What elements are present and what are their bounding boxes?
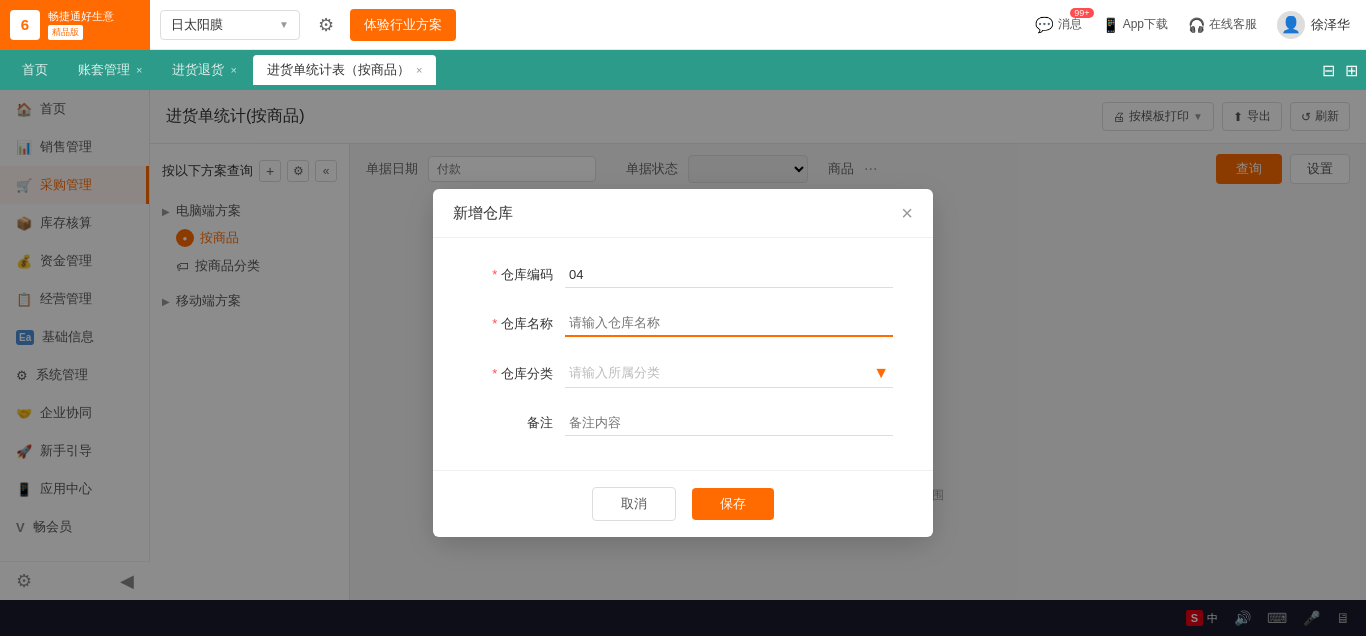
tab-account-close-icon[interactable]: ×: [136, 64, 142, 76]
online-service-label: 在线客服: [1209, 16, 1257, 33]
cancel-button[interactable]: 取消: [592, 487, 676, 521]
modal: 新增仓库 × * 仓库编码 * 仓库名称: [433, 189, 933, 537]
tab-home-label: 首页: [22, 61, 48, 79]
app-download-button[interactable]: 📱 App下载: [1102, 16, 1168, 33]
messages-button[interactable]: 💬 消息 99+: [1035, 16, 1082, 34]
message-icon: 💬: [1035, 16, 1054, 34]
modal-header: 新增仓库 ×: [433, 189, 933, 238]
logo-badge: 精品版: [48, 25, 83, 40]
remark-input[interactable]: [565, 410, 893, 436]
tab-purchase-stats[interactable]: 进货单统计表（按商品） ×: [253, 55, 436, 85]
logo-text: 畅捷通好生意 精品版: [48, 9, 114, 39]
category-placeholder: 请输入所属分类: [569, 364, 873, 382]
modal-title: 新增仓库: [453, 204, 513, 223]
settings-icon[interactable]: ⚙: [310, 9, 342, 41]
form-label-name: * 仓库名称: [473, 315, 553, 333]
save-button[interactable]: 保存: [692, 488, 774, 520]
modal-footer: 取消 保存: [433, 470, 933, 537]
tab-fullscreen-icon[interactable]: ⊞: [1345, 61, 1358, 80]
headset-icon: 🎧: [1188, 17, 1205, 33]
trial-button[interactable]: 体验行业方案: [350, 9, 456, 41]
logo-area: 6 畅捷通好生意 精品版: [0, 0, 150, 50]
store-name: 日太阳膜: [171, 16, 273, 34]
form-row-name: * 仓库名称: [473, 310, 893, 337]
tab-account[interactable]: 账套管理 ×: [64, 55, 156, 85]
modal-close-icon[interactable]: ×: [901, 203, 913, 223]
tab-purchase-return-close-icon[interactable]: ×: [230, 64, 236, 76]
code-input[interactable]: [565, 262, 893, 288]
tab-bar-right: ⊟ ⊞: [1322, 61, 1358, 80]
name-input[interactable]: [565, 310, 893, 337]
store-selector[interactable]: 日太阳膜 ▼: [160, 10, 300, 40]
user-name: 徐泽华: [1311, 16, 1350, 34]
tab-home[interactable]: 首页: [8, 55, 62, 85]
app-download-label: App下载: [1123, 16, 1168, 33]
form-row-code: * 仓库编码: [473, 262, 893, 288]
form-row-category: * 仓库分类 请输入所属分类 ▼: [473, 359, 893, 388]
tab-account-label: 账套管理: [78, 61, 130, 79]
form-row-remark: 备注: [473, 410, 893, 436]
main-layout: 🏠 首页 📊 销售管理 🛒 采购管理 📦 库存核算 💰 资金管理 📋 经营管理 …: [0, 90, 1366, 636]
modal-body: * 仓库编码 * 仓库名称 * 仓库: [433, 238, 933, 470]
messages-label: 消息: [1058, 16, 1082, 33]
tab-purchase-stats-label: 进货单统计表（按商品）: [267, 61, 410, 79]
tab-minimize-icon[interactable]: ⊟: [1322, 61, 1335, 80]
tab-purchase-return-label: 进货退货: [172, 61, 224, 79]
tab-purchase-stats-close-icon[interactable]: ×: [416, 64, 422, 76]
form-label-remark: 备注: [473, 414, 553, 432]
header-right: 💬 消息 99+ 📱 App下载 🎧 在线客服 👤 徐泽华: [1035, 11, 1366, 39]
online-service-button[interactable]: 🎧 在线客服: [1188, 16, 1257, 33]
dropdown-arrow-icon: ▼: [279, 19, 289, 30]
category-dropdown-icon: ▼: [873, 364, 889, 382]
category-selector[interactable]: 请输入所属分类 ▼: [565, 359, 893, 388]
avatar: 👤: [1277, 11, 1305, 39]
top-header: 6 畅捷通好生意 精品版 日太阳膜 ▼ ⚙ 体验行业方案 💬 消息 99+ 📱 …: [0, 0, 1366, 50]
user-profile[interactable]: 👤 徐泽华: [1277, 11, 1350, 39]
messages-badge: 99+: [1070, 8, 1093, 18]
logo-icon: 6: [10, 10, 40, 40]
tab-bar: 首页 账套管理 × 进货退货 × 进货单统计表（按商品） × ⊟ ⊞: [0, 50, 1366, 90]
phone-icon: 📱: [1102, 17, 1119, 33]
form-label-category: * 仓库分类: [473, 365, 553, 383]
modal-overlay: 新增仓库 × * 仓库编码 * 仓库名称: [0, 90, 1366, 636]
tab-purchase-return[interactable]: 进货退货 ×: [158, 55, 250, 85]
form-label-code: * 仓库编码: [473, 266, 553, 284]
